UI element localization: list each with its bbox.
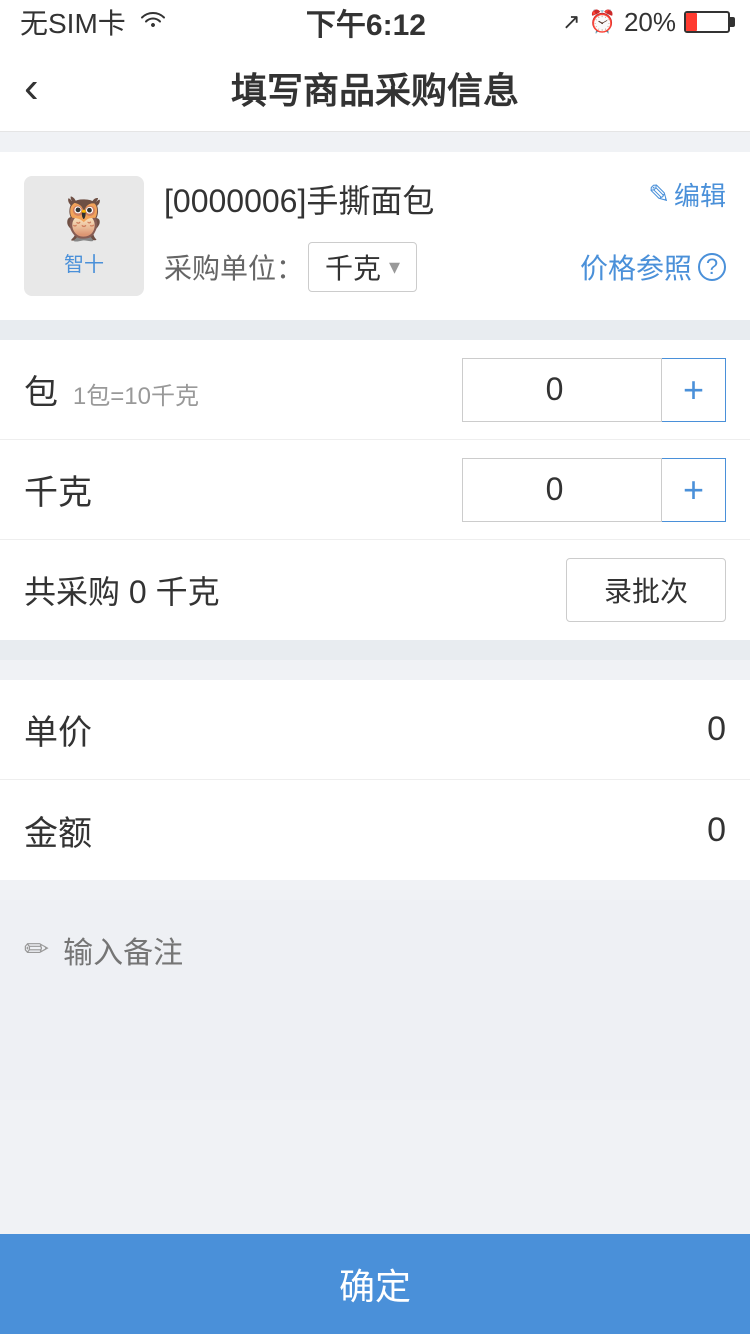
amount-value: 0: [707, 811, 726, 850]
bag-sublabel: 1包=10千克: [73, 383, 199, 410]
purchase-unit-row: 采购单位： 千克 ▾ 价格参照 ?: [164, 242, 726, 292]
unit-price-value: 0: [707, 710, 726, 749]
help-icon: ?: [698, 253, 726, 281]
kg-input-controls: +: [462, 458, 726, 522]
product-name: [0000006]手撕面包: [164, 176, 434, 222]
kg-input-row: 千克 +: [0, 440, 750, 540]
section-divider-1: [0, 320, 750, 340]
status-bar: 无SIM卡 下午6:12 ↗ ⏰ 20%: [0, 0, 750, 44]
kg-label-group: 千克: [24, 465, 92, 514]
confirm-button[interactable]: 确定: [0, 1234, 750, 1334]
back-icon: ‹: [24, 63, 39, 112]
amount-label: 金额: [24, 806, 92, 855]
unit-select[interactable]: 千克 ▾: [308, 242, 417, 292]
batch-label: 录批次: [604, 570, 688, 610]
status-left: 无SIM卡: [20, 2, 170, 42]
section-divider-2: [0, 640, 750, 660]
remark-input[interactable]: [63, 928, 726, 1048]
product-thumb-label: 智十: [64, 248, 104, 277]
battery-percent: 20%: [624, 7, 676, 38]
remark-section: ✏: [0, 900, 750, 1100]
back-button[interactable]: ‹: [24, 63, 39, 113]
price-ref-label: 价格参照: [580, 247, 692, 287]
kg-qty-input[interactable]: [462, 458, 662, 522]
bag-plus-icon: +: [683, 369, 704, 411]
page-title: 填写商品采购信息: [231, 62, 519, 114]
confirm-label: 确定: [339, 1258, 411, 1310]
edit-icon: ✎: [648, 179, 670, 210]
kg-plus-button[interactable]: +: [662, 458, 726, 522]
carrier-text: 无SIM卡: [20, 2, 126, 42]
kg-plus-icon: +: [683, 469, 704, 511]
product-title: 手撕面包: [306, 183, 434, 219]
bag-qty-input[interactable]: [462, 358, 662, 422]
chevron-down-icon: ▾: [389, 254, 400, 280]
status-time: 下午6:12: [306, 0, 426, 44]
bag-input-row: 包 1包=10千克 +: [0, 340, 750, 440]
nav-bar: ‹ 填写商品采购信息: [0, 44, 750, 132]
bag-label: 包: [24, 374, 58, 412]
status-right: ↗ ⏰ 20%: [562, 7, 730, 38]
product-thumb-owl: 🦉: [58, 195, 110, 244]
input-section: 包 1包=10千克 + 千克 +: [0, 340, 750, 540]
purchase-unit-label: 采购单位：: [164, 247, 304, 287]
unit-price-label: 单价: [24, 705, 92, 754]
edit-label: 编辑: [674, 176, 726, 213]
amount-row: 金额 0: [0, 780, 750, 880]
edit-button[interactable]: ✎ 编辑: [648, 176, 726, 213]
bottom-spacer: [0, 1100, 750, 1200]
product-info: [0000006]手撕面包 ✎ 编辑 采购单位： 千克 ▾ 价格参照 ?: [164, 176, 726, 292]
total-label: 共采购 0 千克: [24, 567, 220, 613]
product-header: [0000006]手撕面包 ✎ 编辑: [164, 176, 726, 222]
pencil-icon: ✏: [24, 932, 49, 967]
price-section: 单价 0 金额 0: [0, 680, 750, 880]
kg-label: 千克: [24, 474, 92, 512]
bag-input-controls: +: [462, 358, 726, 422]
product-thumbnail: 🦉 智十: [24, 176, 144, 296]
location-icon: ↗: [562, 9, 580, 35]
bag-plus-button[interactable]: +: [662, 358, 726, 422]
battery-icon: [684, 11, 730, 33]
bag-label-group: 包 1包=10千克: [24, 365, 199, 414]
batch-button[interactable]: 录批次: [566, 558, 726, 622]
unit-value: 千克: [325, 247, 381, 287]
product-card: 🦉 智十 [0000006]手撕面包 ✎ 编辑 采购单位： 千克 ▾ 价格参照: [0, 152, 750, 320]
price-ref-button[interactable]: 价格参照 ?: [580, 247, 726, 287]
product-id: [0000006]: [164, 183, 306, 219]
alarm-icon: ⏰: [589, 9, 616, 35]
wifi-icon: [136, 6, 170, 38]
unit-price-row: 单价 0: [0, 680, 750, 780]
total-row: 共采购 0 千克 录批次: [0, 540, 750, 640]
